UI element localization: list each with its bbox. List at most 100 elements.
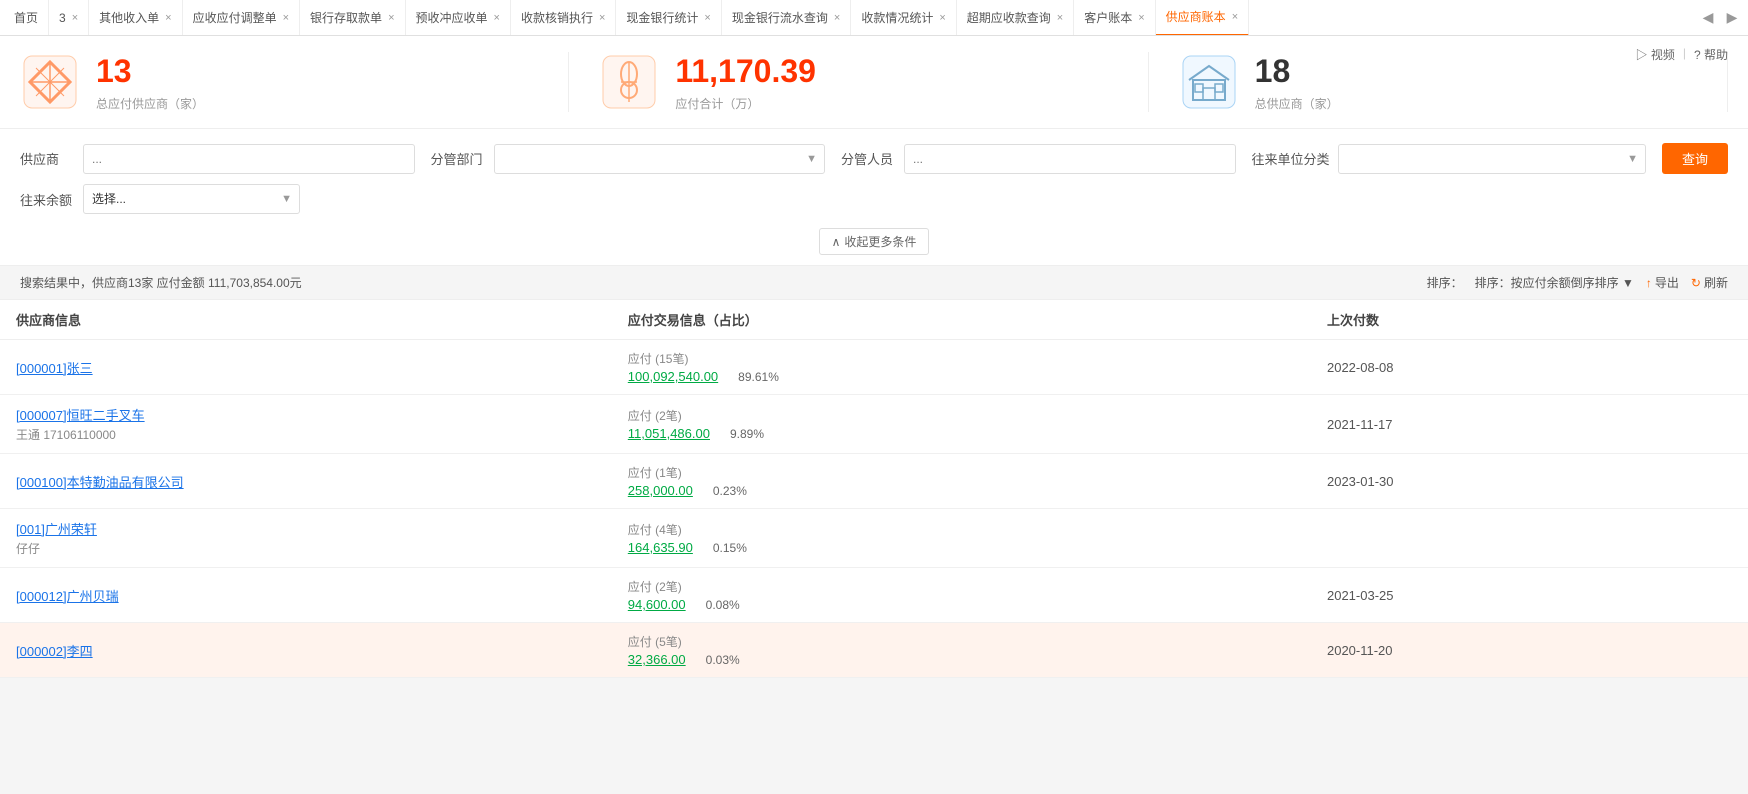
last-date-4: 2021-03-25	[1327, 588, 1394, 603]
close-tab-icon-cash-bank-stat[interactable]: ×	[704, 12, 710, 24]
percent-1: 9.89%	[730, 427, 764, 441]
result-actions: 排序： 排序：按应付余额倒序排序 ▼ ↑ 导出 ↻ 刷新	[1427, 274, 1728, 291]
amount-link-5[interactable]: 32,366.00	[628, 652, 686, 667]
supplier-input[interactable]	[83, 144, 415, 174]
cell-last-payment-0: 2022-08-08	[1311, 340, 1748, 395]
close-tab-icon-supplier-book[interactable]: ×	[1232, 11, 1238, 23]
close-tab-icon-receipt-verify[interactable]: ×	[599, 12, 605, 24]
last-date-1: 2021-11-17	[1327, 417, 1393, 432]
sort-option[interactable]: 排序：按应付余额倒序排序 ▼	[1475, 274, 1634, 291]
nav-tab-cash-bank-flow[interactable]: 现金银行流水查询×	[722, 0, 851, 36]
ap-label-0: 应付 (15笔)	[628, 350, 1295, 367]
collapse-label: 收起更多条件	[844, 233, 916, 250]
col-ap-trade-info: 应付交易信息（占比）	[612, 300, 1311, 340]
sort-text: 排序：按应付余额倒序排序	[1475, 276, 1619, 290]
close-tab-icon-other-income[interactable]: ×	[165, 12, 171, 24]
amount-link-2[interactable]: 258,000.00	[628, 483, 693, 498]
table-row: [000007]恒旺二手叉车王通 17106110000 应付 (2笔) 11,05…	[0, 395, 1748, 454]
dept-label: 分管部门	[431, 149, 486, 168]
category-select[interactable]	[1338, 144, 1646, 174]
export-button[interactable]: ↑ 导出	[1646, 274, 1679, 291]
ap-label-1: 应付 (2笔)	[628, 407, 1295, 424]
amount-link-1[interactable]: 11,051,486.00	[628, 426, 710, 441]
nav-tab-receipt-verify[interactable]: 收款核销执行×	[511, 0, 616, 36]
percent-4: 0.08%	[706, 598, 740, 612]
nav-tab-home[interactable]: 首页	[4, 0, 49, 36]
close-tab-icon-overdue-ar[interactable]: ×	[1057, 12, 1063, 24]
dept-select[interactable]	[494, 144, 826, 174]
supplier-label: 供应商	[20, 149, 75, 168]
balance-label: 往来余额	[20, 190, 75, 209]
nav-tab-prepay-ar[interactable]: 预收冲应收单×	[406, 0, 511, 36]
help-label: 帮助	[1704, 48, 1728, 62]
nav-tab-bank-deposit[interactable]: 银行存取款单×	[300, 0, 405, 36]
supplier-link-0[interactable]: [000001]张三	[16, 361, 93, 376]
person-label: 分管人员	[841, 149, 896, 168]
export-label: 导出	[1655, 274, 1679, 291]
stat-card-suppliers: 13 总应付供应商（家）	[20, 52, 569, 112]
close-tab-icon-ar-ap-adjust[interactable]: ×	[283, 12, 289, 24]
help-circle-icon: ?	[1694, 48, 1701, 62]
cell-ap-5: 应付 (5笔)32,366.000.03%	[612, 623, 1311, 678]
supplier-link-4[interactable]: [000012]广州贝瑞	[16, 589, 119, 604]
close-tab-icon-tab3[interactable]: ×	[72, 12, 78, 24]
supplier-link-2[interactable]: [000100]本特勤油品有限公司	[16, 475, 184, 490]
table-row: [000002]李四应付 (5笔)32,366.000.03%2020-11-2…	[0, 623, 1748, 678]
balance-select[interactable]: 选择...	[83, 184, 300, 214]
result-summary-text: 搜索结果中，供应商13家 应付金额 111,703,854.00元	[20, 274, 302, 291]
search-row-2: 往来余额 选择... ▼	[20, 184, 1728, 214]
cell-supplier-5: [000002]李四	[0, 623, 612, 678]
supplier-link-5[interactable]: [000002]李四	[16, 644, 93, 659]
percent-2: 0.23%	[713, 484, 747, 498]
nav-tab-supplier-book[interactable]: 供应商账本×	[1156, 0, 1249, 36]
help-action[interactable]: ? 帮助	[1694, 46, 1728, 63]
person-input[interactable]	[904, 144, 1236, 174]
close-tab-icon-cash-bank-flow[interactable]: ×	[834, 12, 840, 24]
nav-tab-overdue-ar[interactable]: 超期应收款查询×	[957, 0, 1074, 36]
search-row-1: 供应商 分管部门 ▼ 分管人员 往来单位分类 ▼	[20, 143, 1728, 174]
collapse-button[interactable]: ∧ 收起更多条件	[819, 228, 930, 255]
video-action[interactable]: ▷ 视频	[1635, 46, 1674, 63]
nav-tab-tab3[interactable]: 3×	[49, 0, 89, 36]
stat-info-total-suppliers: 18 总供应商（家）	[1255, 52, 1339, 111]
supplier-link-1[interactable]: [000007]恒旺二手叉车	[16, 408, 145, 423]
supplier-link-3[interactable]: [001]广州荣轩	[16, 522, 97, 537]
cell-supplier-2: [000100]本特勤油品有限公司	[0, 454, 612, 509]
sort-label: 排序：	[1427, 274, 1463, 291]
close-tab-icon-customer-book[interactable]: ×	[1138, 12, 1144, 24]
refresh-icon: ↻	[1691, 276, 1701, 290]
collapse-bar: ∧ 收起更多条件	[20, 224, 1728, 255]
supplier-icon	[20, 52, 80, 112]
cell-ap-3: 应付 (4笔)164,635.900.15%	[612, 509, 1311, 568]
nav-tab-ar-ap-adjust[interactable]: 应收应付调整单×	[183, 0, 300, 36]
query-button[interactable]: 查询	[1662, 143, 1728, 174]
result-bar: 搜索结果中，供应商13家 应付金额 111,703,854.00元 排序： 排序…	[0, 266, 1748, 300]
table-row: [001]广州荣轩仔仔应付 (4笔)164,635.900.15%	[0, 509, 1748, 568]
ap-label-3: 应付 (4笔)	[628, 521, 1295, 538]
dept-field: 分管部门 ▼	[431, 144, 826, 174]
close-tab-icon-bank-deposit[interactable]: ×	[388, 12, 394, 24]
cell-ap-2: 应付 (1笔) 258,000.00 0.23%	[612, 454, 1311, 509]
amount-link-4[interactable]: 94,600.00	[628, 597, 686, 612]
stat-info-amount: 11,170.39 应付合计（万）	[675, 52, 816, 111]
ap-label-5: 应付 (5笔)	[628, 633, 1295, 650]
close-tab-icon-receipt-stat[interactable]: ×	[939, 12, 945, 24]
ap-label-2: 应付 (1笔)	[628, 464, 1295, 481]
nav-prev-arrow[interactable]: ◀	[1696, 0, 1720, 36]
amount-link-3[interactable]: 164,635.90	[628, 540, 693, 555]
stat-label-total-suppliers: 总供应商（家）	[1255, 95, 1339, 112]
stat-number-suppliers: 13	[96, 52, 204, 90]
top-nav: 首页3×其他收入单×应收应付调整单×银行存取款单×预收冲应收单×收款核销执行×现…	[0, 0, 1748, 36]
nav-tab-other-income[interactable]: 其他收入单×	[89, 0, 182, 36]
cell-ap-1: 应付 (2笔) 11,051,486.00 9.89%	[612, 395, 1311, 454]
video-label: 视频	[1651, 48, 1675, 62]
cell-supplier-1: [000007]恒旺二手叉车王通 17106110000	[0, 395, 612, 454]
export-icon: ↑	[1646, 276, 1652, 290]
refresh-button[interactable]: ↻ 刷新	[1691, 274, 1728, 291]
nav-tab-cash-bank-stat[interactable]: 现金银行统计×	[616, 0, 721, 36]
nav-tab-customer-book[interactable]: 客户账本×	[1074, 0, 1155, 36]
amount-link-0[interactable]: 100,092,540.00	[628, 369, 718, 384]
close-tab-icon-prepay-ar[interactable]: ×	[494, 12, 500, 24]
nav-tab-receipt-stat[interactable]: 收款情况统计×	[851, 0, 956, 36]
nav-next-arrow[interactable]: ▶	[1720, 0, 1744, 36]
